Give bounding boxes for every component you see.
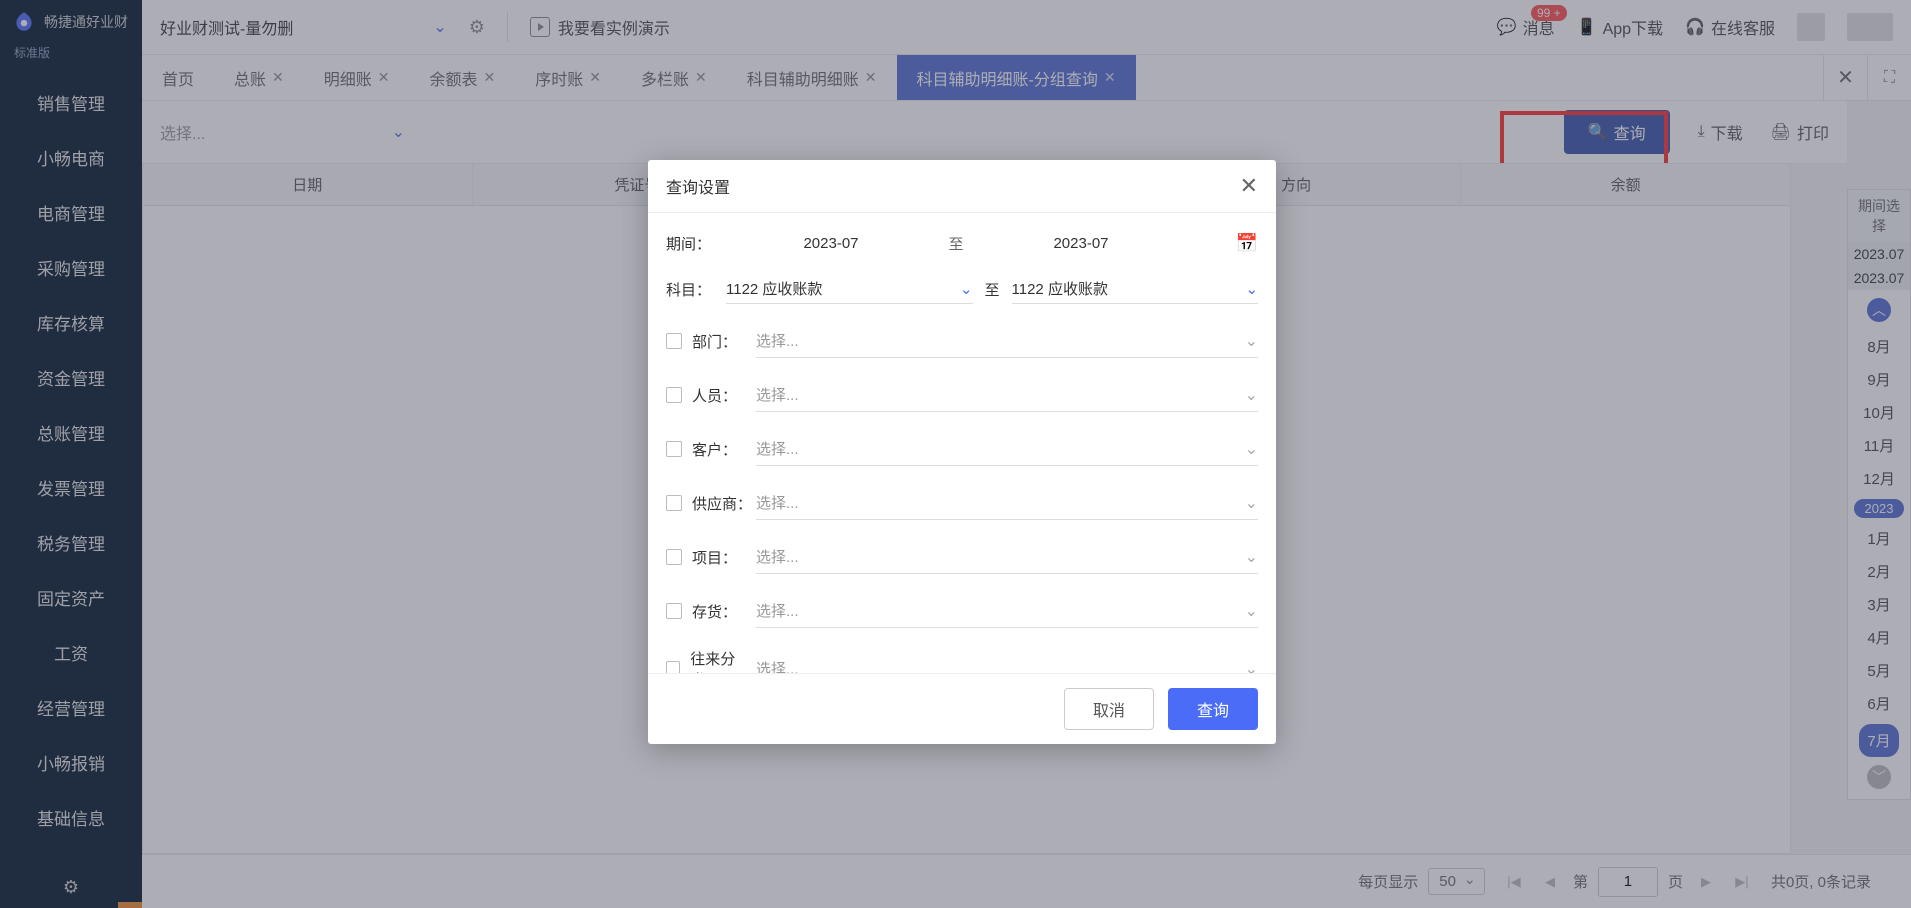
filter-label-text: 往来分类：: [690, 648, 756, 673]
subject-to-value: 1122 应收账款: [1012, 278, 1108, 299]
dialog-title: 查询设置: [666, 174, 730, 198]
filter-row: 客户： 选择... ⌄: [666, 422, 1258, 476]
filter-checkbox[interactable]: [666, 441, 682, 457]
filter-label-text: 客户：: [692, 439, 737, 460]
filter-select[interactable]: 选择... ⌄: [756, 540, 1258, 574]
filter-row: 往来分类：选择... ⌄: [666, 638, 1258, 673]
period-separator: 至: [936, 233, 976, 254]
subject-from-select[interactable]: 1122 应收账款 ⌄: [726, 274, 973, 304]
subject-from-value: 1122 应收账款: [726, 278, 822, 299]
filter-placeholder: 选择...: [756, 600, 799, 621]
filter-select[interactable]: 选择... ⌄: [756, 486, 1258, 520]
cancel-button[interactable]: 取消: [1064, 688, 1154, 730]
filter-row: 供应商：选择... ⌄: [666, 476, 1258, 530]
subject-separator: 至: [985, 279, 1000, 300]
filter-label: 供应商：: [666, 493, 756, 514]
chevron-down-icon: ⌄: [1245, 547, 1258, 567]
period-to-input[interactable]: 2023-07: [976, 235, 1186, 252]
chevron-down-icon: ⌄: [960, 280, 973, 298]
filter-select[interactable]: 选择... ⌄: [756, 378, 1258, 412]
filter-row: 存货： 选择... ⌄: [666, 584, 1258, 638]
filter-label-text: 存货：: [692, 601, 737, 622]
filter-checkbox[interactable]: [666, 549, 682, 565]
filter-placeholder: 选择...: [756, 658, 799, 673]
filter-label-text: 人员：: [692, 385, 737, 406]
confirm-query-button[interactable]: 查询: [1168, 688, 1258, 730]
filter-label: 人员：: [666, 385, 756, 406]
filter-checkbox[interactable]: [666, 661, 680, 673]
filter-label: 客户：: [666, 439, 756, 460]
calendar-icon[interactable]: 📅: [1236, 233, 1258, 254]
dialog-close-button[interactable]: ✕: [1240, 175, 1258, 197]
filter-checkbox[interactable]: [666, 603, 682, 619]
period-from-input[interactable]: 2023-07: [726, 235, 936, 252]
filter-checkbox[interactable]: [666, 387, 682, 403]
filter-label-text: 部门：: [692, 331, 737, 352]
filter-checkbox[interactable]: [666, 333, 682, 349]
filter-select[interactable]: 选择... ⌄: [756, 594, 1258, 628]
subject-to-select[interactable]: 1122 应收账款 ⌄: [1012, 274, 1259, 304]
filter-label: 项目：: [666, 547, 756, 568]
filter-select[interactable]: 选择... ⌄: [756, 432, 1258, 466]
filter-select[interactable]: 选择... ⌄: [756, 324, 1258, 358]
chevron-down-icon: ⌄: [1245, 385, 1258, 405]
filter-label: 存货：: [666, 601, 756, 622]
filter-row: 部门： 选择... ⌄: [666, 314, 1258, 368]
filter-placeholder: 选择...: [756, 492, 799, 513]
filter-row: 人员： 选择... ⌄: [666, 368, 1258, 422]
period-label: 期间：: [666, 233, 726, 254]
chevron-down-icon: ⌄: [1245, 439, 1258, 459]
filter-placeholder: 选择...: [756, 330, 799, 351]
filter-placeholder: 选择...: [756, 546, 799, 567]
filter-checkbox[interactable]: [666, 495, 682, 511]
chevron-down-icon: ⌄: [1245, 280, 1258, 298]
chevron-down-icon: ⌄: [1245, 493, 1258, 513]
chevron-down-icon: ⌄: [1245, 601, 1258, 621]
filter-placeholder: 选择...: [756, 384, 799, 405]
filter-placeholder: 选择...: [756, 438, 799, 459]
subject-label: 科目：: [666, 279, 726, 300]
filter-label-text: 供应商：: [692, 493, 752, 514]
filter-row: 项目： 选择... ⌄: [666, 530, 1258, 584]
filter-label-text: 项目：: [692, 547, 737, 568]
chevron-down-icon: ⌄: [1245, 659, 1258, 674]
filter-label: 部门：: [666, 331, 756, 352]
filter-select[interactable]: 选择... ⌄: [756, 652, 1258, 673]
filter-label: 往来分类：: [666, 648, 756, 673]
query-settings-dialog: 查询设置 ✕ 期间： 2023-07 至 2023-07 📅 科目： 1122 …: [648, 160, 1276, 744]
chevron-down-icon: ⌄: [1245, 331, 1258, 351]
